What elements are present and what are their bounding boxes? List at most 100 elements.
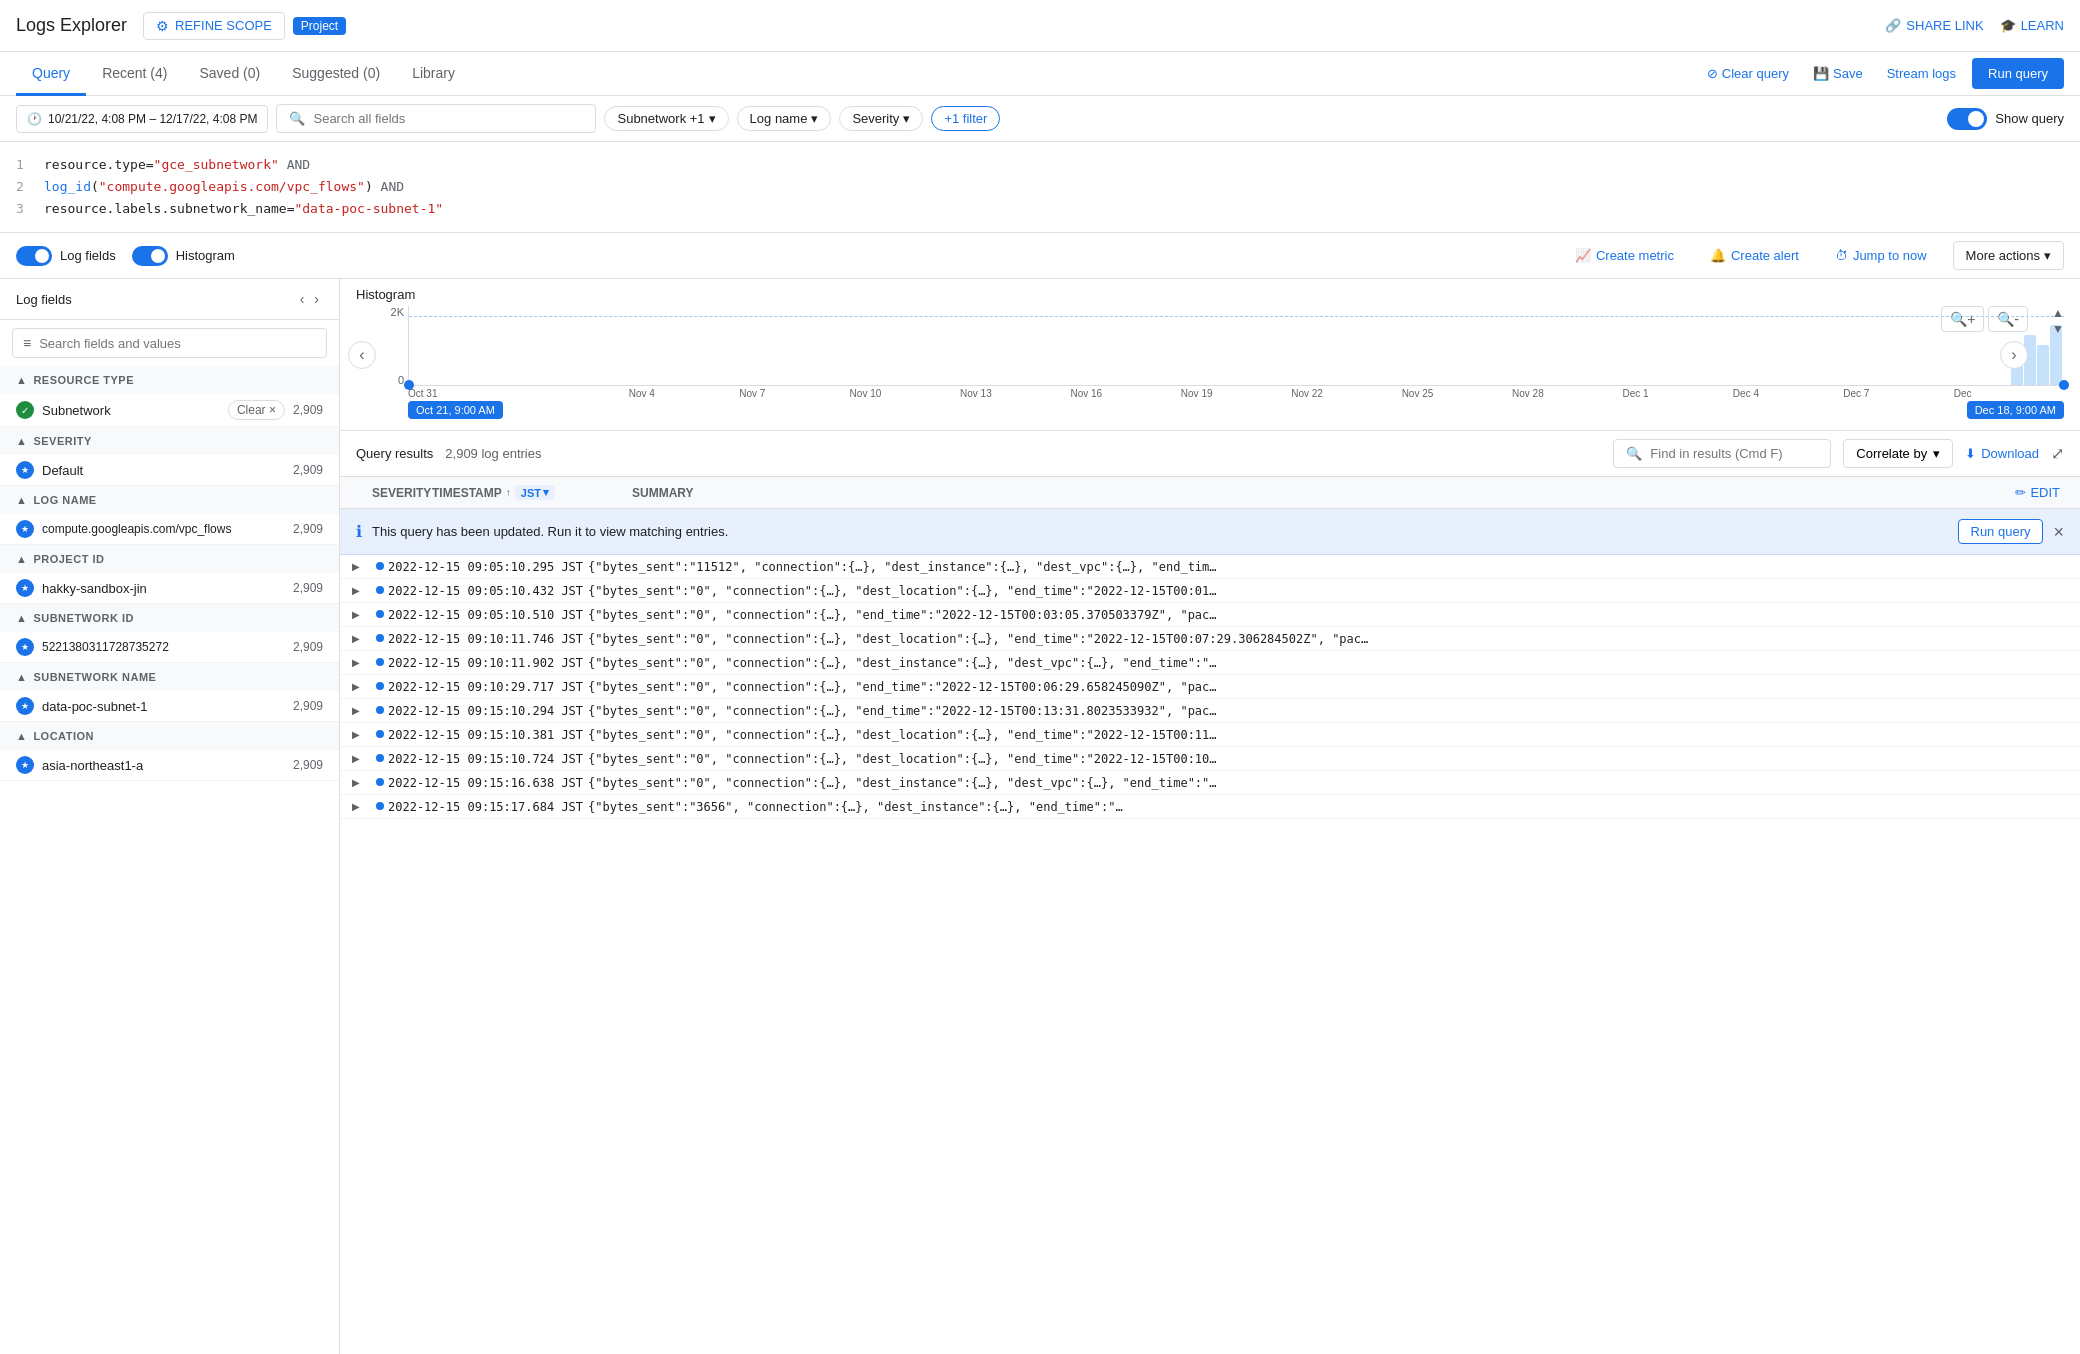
log-name-header[interactable]: ▲ LOG NAME: [0, 486, 339, 514]
histogram-title: Histogram: [356, 287, 2064, 302]
row-summary: {"bytes_sent":"0", "connection":{…}, "en…: [588, 703, 2068, 718]
severity-filter-chip[interactable]: Severity ▾: [839, 106, 923, 131]
log-row[interactable]: ▶ 2022-12-15 09:15:10.724 JST {"bytes_se…: [340, 747, 2080, 771]
subnetwork-id-item[interactable]: ★ 5221380311728735272 2,909: [0, 632, 339, 662]
log-row[interactable]: ▶ 2022-12-15 09:15:10.381 JST {"bytes_se…: [340, 723, 2080, 747]
location-item[interactable]: ★ asia-northeast1-a 2,909: [0, 750, 339, 780]
search-fields-input[interactable]: [39, 336, 316, 351]
share-icon: 🔗: [1885, 18, 1901, 33]
query-line-2: 2 log_id("compute.googleapis.com/vpc_flo…: [16, 176, 2064, 198]
log-fields-toggle[interactable]: [16, 246, 52, 266]
subnetwork-name-item[interactable]: ★ data-poc-subnet-1 2,909: [0, 691, 339, 721]
correlate-by-button[interactable]: Correlate by ▾: [1843, 439, 1953, 468]
location-icon: ★: [16, 756, 34, 774]
zoom-in-button[interactable]: 🔍+: [1941, 306, 1984, 332]
chevron-up-icon5: ▲: [16, 612, 27, 624]
location-header[interactable]: ▲ LOCATION: [0, 722, 339, 750]
main-content: Log fields ‹ › ≡ ▲ RESOURCE TYPE ✓ Subne…: [0, 279, 2080, 1354]
search-all-fields-input[interactable]: [313, 111, 583, 126]
row-timestamp: 2022-12-15 09:10:29.717 JST: [388, 679, 588, 694]
default-severity-item[interactable]: ★ Default 2,909: [0, 455, 339, 485]
histogram-toggle[interactable]: [132, 246, 168, 266]
close-banner-button[interactable]: ×: [2053, 523, 2064, 541]
log-row[interactable]: ▶ 2022-12-15 09:05:10.510 JST {"bytes_se…: [340, 603, 2080, 627]
scroll-down-button[interactable]: ▼: [2052, 322, 2064, 336]
log-row[interactable]: ▶ 2022-12-15 09:15:16.638 JST {"bytes_se…: [340, 771, 2080, 795]
subnetwork-filter-chip[interactable]: Subnetwork +1 ▾: [604, 106, 728, 131]
stream-logs-button[interactable]: Stream logs: [1879, 60, 1964, 87]
plus-filter-button[interactable]: +1 filter: [931, 106, 1000, 131]
subnetwork-clear[interactable]: Subnetwork Clear ×: [228, 400, 285, 420]
row-expand-icon[interactable]: ▶: [352, 799, 372, 812]
learn-button[interactable]: 🎓 LEARN: [2000, 18, 2064, 33]
run-query-banner-button[interactable]: Run query: [1958, 519, 2044, 544]
fullscreen-button[interactable]: ⤢: [2051, 444, 2064, 463]
row-expand-icon[interactable]: ▶: [352, 703, 372, 716]
project-badge: Project: [293, 17, 346, 35]
subnetwork-item[interactable]: ✓ Subnetwork Subnetwork Clear × 2,909: [0, 394, 339, 426]
row-expand-icon[interactable]: ▶: [352, 775, 372, 788]
subnetwork-id-header[interactable]: ▲ SUBNETWORK ID: [0, 604, 339, 632]
find-in-results-input[interactable]: [1650, 446, 1818, 461]
query-results-title: Query results: [356, 446, 433, 461]
refine-scope-button[interactable]: ⚙ REFINE SCOPE: [143, 12, 285, 40]
download-button[interactable]: ⬇ Download: [1965, 446, 2039, 461]
clear-query-button[interactable]: ⊘ Clear query: [1699, 60, 1797, 87]
chevron-up-icon: ▲: [16, 374, 27, 386]
panel-right-arrow[interactable]: ›: [310, 289, 323, 309]
row-expand-icon[interactable]: ▶: [352, 751, 372, 764]
tab-saved[interactable]: Saved (0): [183, 53, 276, 96]
log-row[interactable]: ▶ 2022-12-15 09:15:10.294 JST {"bytes_se…: [340, 699, 2080, 723]
log-row[interactable]: ▶ 2022-12-15 09:15:17.684 JST {"bytes_se…: [340, 795, 2080, 819]
row-expand-icon[interactable]: ▶: [352, 631, 372, 644]
project-id-header[interactable]: ▲ PROJECT ID: [0, 545, 339, 573]
panel-left-arrow[interactable]: ‹: [296, 289, 309, 309]
show-query-label: Show query: [1995, 111, 2064, 126]
tab-suggested[interactable]: Suggested (0): [276, 53, 396, 96]
row-expand-icon[interactable]: ▶: [352, 727, 372, 740]
histogram-label: Histogram: [176, 248, 235, 263]
chevron-up-icon4: ▲: [16, 553, 27, 565]
log-row[interactable]: ▶ 2022-12-15 09:10:11.746 JST {"bytes_se…: [340, 627, 2080, 651]
row-expand-icon[interactable]: ▶: [352, 679, 372, 692]
tab-query[interactable]: Query: [16, 53, 86, 96]
default-count: 2,909: [293, 463, 323, 477]
col-timestamp-header[interactable]: TIMESTAMP ↑ JST ▾: [432, 485, 632, 500]
subnetwork-label: Subnetwork: [42, 403, 220, 418]
run-query-button[interactable]: Run query: [1972, 58, 2064, 89]
more-actions-button[interactable]: More actions ▾: [1953, 241, 2064, 270]
log-row[interactable]: ▶ 2022-12-15 09:10:29.717 JST {"bytes_se…: [340, 675, 2080, 699]
query-editor[interactable]: 1 resource.type="gce_subnetwork" AND 2 l…: [0, 142, 2080, 233]
severity-header[interactable]: ▲ SEVERITY: [0, 427, 339, 455]
log-row[interactable]: ▶ 2022-12-15 09:05:10.295 JST {"bytes_se…: [340, 555, 2080, 579]
row-expand-icon[interactable]: ▶: [352, 583, 372, 596]
log-row[interactable]: ▶ 2022-12-15 09:10:11.902 JST {"bytes_se…: [340, 651, 2080, 675]
subnetwork-name-header[interactable]: ▲ SUBNETWORK NAME: [0, 663, 339, 691]
log-fields-toggle-group: Log fields: [16, 246, 116, 266]
project-id-item[interactable]: ★ hakky-sandbox-jin 2,909: [0, 573, 339, 603]
create-metric-button[interactable]: 📈 Create metric: [1565, 242, 1684, 269]
save-icon: 💾: [1813, 66, 1829, 81]
row-expand-icon[interactable]: ▶: [352, 607, 372, 620]
share-link-button[interactable]: 🔗 SHARE LINK: [1885, 18, 1983, 33]
create-alert-button[interactable]: 🔔 Create alert: [1700, 242, 1809, 269]
timezone-badge[interactable]: JST ▾: [515, 485, 555, 500]
show-query-toggle[interactable]: [1947, 108, 1987, 130]
log-row[interactable]: ▶ 2022-12-15 09:05:10.432 JST {"bytes_se…: [340, 579, 2080, 603]
tab-recent[interactable]: Recent (4): [86, 53, 183, 96]
jump-to-now-button[interactable]: ⏱ Jump to now: [1825, 242, 1937, 269]
row-expand-icon[interactable]: ▶: [352, 655, 372, 668]
log-name-filter-chip[interactable]: Log name ▾: [737, 106, 832, 131]
clock-now-icon: ⏱: [1835, 248, 1848, 263]
resource-type-header[interactable]: ▲ RESOURCE TYPE: [0, 366, 339, 394]
tab-library[interactable]: Library: [396, 53, 471, 96]
edit-columns-button[interactable]: ✏ EDIT: [2007, 483, 2068, 502]
save-button[interactable]: 💾 Save: [1805, 60, 1871, 87]
zoom-out-button[interactable]: 🔍-: [1988, 306, 2028, 332]
time-range-button[interactable]: 🕐 10/21/22, 4:08 PM – 12/17/22, 4:08 PM: [16, 105, 268, 133]
log-name-section: ▲ LOG NAME ★ compute.googleapis.com/vpc_…: [0, 486, 339, 545]
histogram-prev-button[interactable]: ‹: [348, 341, 376, 369]
row-expand-icon[interactable]: ▶: [352, 559, 372, 572]
scroll-up-button[interactable]: ▲: [2052, 306, 2064, 320]
vpc-flows-item[interactable]: ★ compute.googleapis.com/vpc_flows 2,909: [0, 514, 339, 544]
